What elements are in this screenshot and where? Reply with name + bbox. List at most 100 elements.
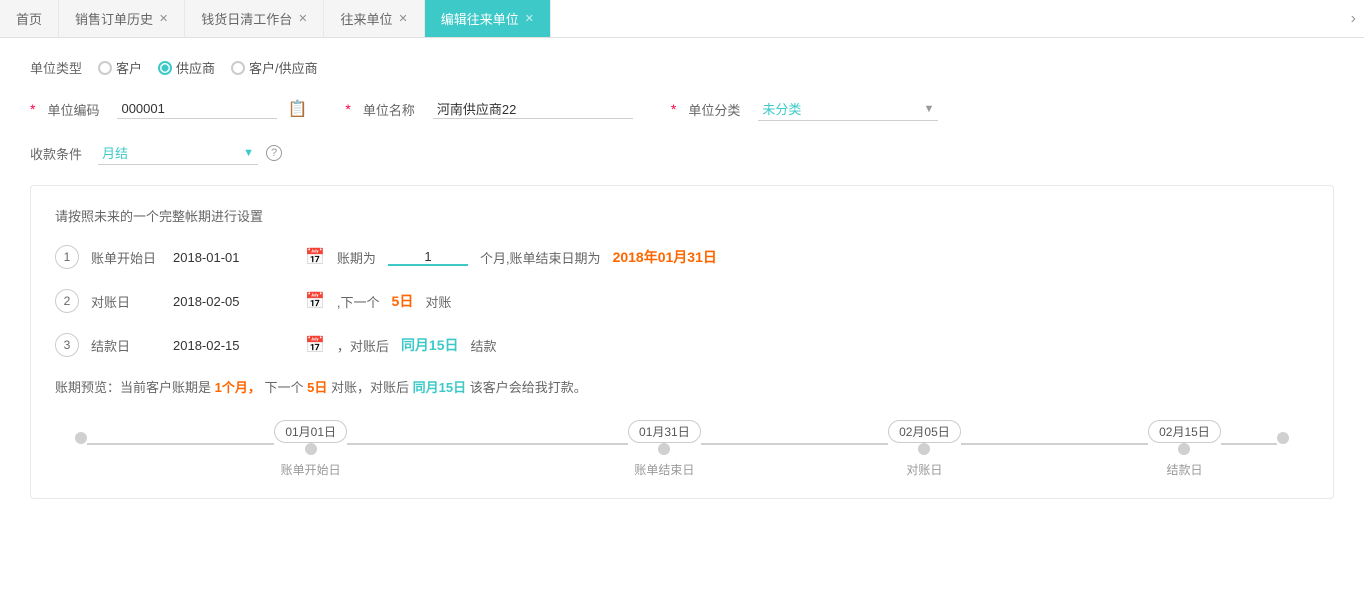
tab-home[interactable]: 首页 (0, 0, 59, 37)
payment-terms-label: 收款条件 (30, 144, 82, 163)
radio-both-circle (231, 61, 245, 75)
step-2-date: 2018-02-05 (173, 294, 293, 309)
tab-partner-units-close[interactable]: ✕ (399, 12, 408, 25)
unit-code-input[interactable] (117, 99, 277, 119)
timeline-point-4: 02月15日 结款日 (1148, 420, 1221, 478)
timeline-label-1: 账单开始日 (281, 461, 341, 478)
timeline-start-dot (75, 432, 87, 444)
unit-category-label: 单位分类 (688, 100, 740, 119)
preview-highlight2: 5日 (307, 380, 327, 395)
timeline-label-2: 账单结束日 (634, 461, 694, 478)
unit-name-required: * (345, 101, 350, 117)
timeline-badge-3: 02月05日 (888, 420, 961, 443)
step-3-num: 3 (55, 333, 79, 357)
step-2-label: 对账日 (91, 292, 161, 311)
timeline-point-1: 01月01日 账单开始日 (274, 420, 347, 478)
step-1-label: 账单开始日 (91, 248, 161, 267)
tab-scroll-right[interactable]: › (1343, 0, 1364, 37)
tab-sales-history[interactable]: 销售订单历史 ✕ (59, 0, 185, 37)
tab-home-label: 首页 (16, 9, 42, 28)
step-2-desc-suffix: 对账 (425, 292, 451, 311)
step-1-period-input[interactable] (388, 249, 468, 266)
unit-type-label: 单位类型 (30, 58, 82, 77)
step-2-highlight: 5日 (392, 291, 414, 311)
step-2-desc-prefix: ,下一个 (337, 292, 380, 311)
unit-code-copy-icon[interactable]: 📋 (287, 99, 307, 119)
step-1-period-suffix: 个月,账单结束日期为 (480, 248, 601, 267)
timeline-label-4: 结款日 (1166, 461, 1202, 478)
tab-cash-work-close[interactable]: ✕ (298, 12, 307, 25)
unit-name-input[interactable] (433, 99, 633, 119)
account-period-section: 请按照未来的一个完整帐期进行设置 1 账单开始日 2018-01-01 📅 账期… (30, 185, 1334, 499)
unit-category-required: * (671, 101, 676, 117)
unit-category-arrow-icon: ▼ (923, 103, 934, 115)
unit-name-label: 单位名称 (363, 100, 415, 119)
radio-customer-label: 客户 (116, 58, 142, 77)
unit-type-row: 单位类型 客户 供应商 客户/供应商 (30, 58, 1334, 77)
timeline-end-dot (1277, 432, 1289, 444)
payment-terms-value: 月结 (102, 143, 239, 162)
step-1-period-end-date: 2018年01月31日 (613, 247, 717, 267)
step-3-highlight: 同月15日 (401, 335, 459, 355)
step-2-calendar-icon[interactable]: 📅 (305, 291, 325, 311)
radio-supplier[interactable]: 供应商 (158, 58, 215, 77)
preview-highlight3: 同月15日 (413, 380, 466, 395)
unit-name-group: * 单位名称 (345, 99, 632, 119)
step-1-row: 1 账单开始日 2018-01-01 📅 账期为 个月,账单结束日期为 2018… (55, 245, 1309, 269)
help-icon[interactable]: ? (266, 145, 282, 161)
unit-details-row: * 单位编码 📋 * 单位名称 * 单位分类 未分类 ▼ (30, 97, 1334, 121)
step-3-date: 2018-02-15 (173, 338, 293, 353)
unit-category-value: 未分类 (762, 99, 919, 118)
step-3-desc-suffix: 结款 (471, 336, 497, 355)
step-1-num: 1 (55, 245, 79, 269)
preview-highlight1: 1个月， (215, 380, 261, 395)
radio-supplier-label: 供应商 (176, 58, 215, 77)
step-3-calendar-icon[interactable]: 📅 (305, 335, 325, 355)
timeline: 01月01日 账单开始日 01月31日 账单结束日 02月05日 对账日 (55, 420, 1309, 478)
tab-sales-history-label: 销售订单历史 (75, 9, 153, 28)
radio-supplier-circle (158, 61, 172, 75)
tab-sales-history-close[interactable]: ✕ (159, 12, 168, 25)
timeline-point-3: 02月05日 对账日 (888, 420, 961, 478)
payment-terms-select[interactable]: 月结 ▼ (98, 141, 258, 165)
unit-code-required: * (30, 101, 35, 117)
unit-type-radio-group: 客户 供应商 客户/供应商 (98, 58, 318, 77)
step-2-num: 2 (55, 289, 79, 313)
preview-mid1: 下一个 (265, 380, 304, 395)
timeline-badge-1: 01月01日 (274, 420, 347, 443)
radio-customer-circle (98, 61, 112, 75)
timeline-badge-4: 02月15日 (1148, 420, 1221, 443)
step-3-label: 结款日 (91, 336, 161, 355)
tab-bar: 首页 销售订单历史 ✕ 钱货日清工作台 ✕ 往来单位 ✕ 编辑往来单位 ✕ › (0, 0, 1364, 38)
step-3-desc-prefix: ，对账后 (337, 336, 389, 355)
preview-prefix: 账期预览：当前客户账期是 (55, 380, 211, 395)
radio-both[interactable]: 客户/供应商 (231, 58, 318, 77)
step-1-calendar-icon[interactable]: 📅 (305, 247, 325, 267)
unit-category-group: * 单位分类 未分类 ▼ (671, 97, 938, 121)
unit-code-label: 单位编码 (47, 100, 99, 119)
section-title: 请按照未来的一个完整帐期进行设置 (55, 206, 1309, 225)
payment-terms-row: 收款条件 月结 ▼ ? (30, 141, 1334, 165)
tab-partner-units[interactable]: 往来单位 ✕ (324, 0, 424, 37)
timeline-badge-2: 01月31日 (628, 420, 701, 443)
step-1-period-label: 账期为 (337, 248, 376, 267)
timeline-label-3: 对账日 (906, 461, 942, 478)
main-content: 单位类型 客户 供应商 客户/供应商 * 单位编码 📋 * 单位名称 (0, 38, 1364, 608)
radio-customer[interactable]: 客户 (98, 58, 142, 77)
tab-edit-partner-close[interactable]: ✕ (525, 12, 534, 25)
timeline-point-2: 01月31日 账单结束日 (628, 420, 701, 478)
tab-edit-partner[interactable]: 编辑往来单位 ✕ (425, 0, 551, 37)
step-1-date: 2018-01-01 (173, 250, 293, 265)
radio-both-label: 客户/供应商 (249, 58, 318, 77)
step-3-row: 3 结款日 2018-02-15 📅 ，对账后 同月15日 结款 (55, 333, 1309, 357)
tab-cash-work-label: 钱货日清工作台 (201, 9, 292, 28)
preview-mid2: 对账，对账后 (331, 380, 409, 395)
unit-code-group: * 单位编码 📋 (30, 99, 307, 119)
preview-suffix: 该客户会给我打款。 (470, 380, 587, 395)
unit-category-select[interactable]: 未分类 ▼ (758, 97, 938, 121)
tab-edit-partner-label: 编辑往来单位 (441, 9, 519, 28)
tab-cash-work[interactable]: 钱货日清工作台 ✕ (185, 0, 324, 37)
preview-text: 账期预览：当前客户账期是 1个月， 下一个 5日 对账，对账后 同月15日 该客… (55, 377, 1309, 396)
tab-partner-units-label: 往来单位 (340, 9, 392, 28)
payment-terms-arrow-icon: ▼ (243, 147, 254, 159)
